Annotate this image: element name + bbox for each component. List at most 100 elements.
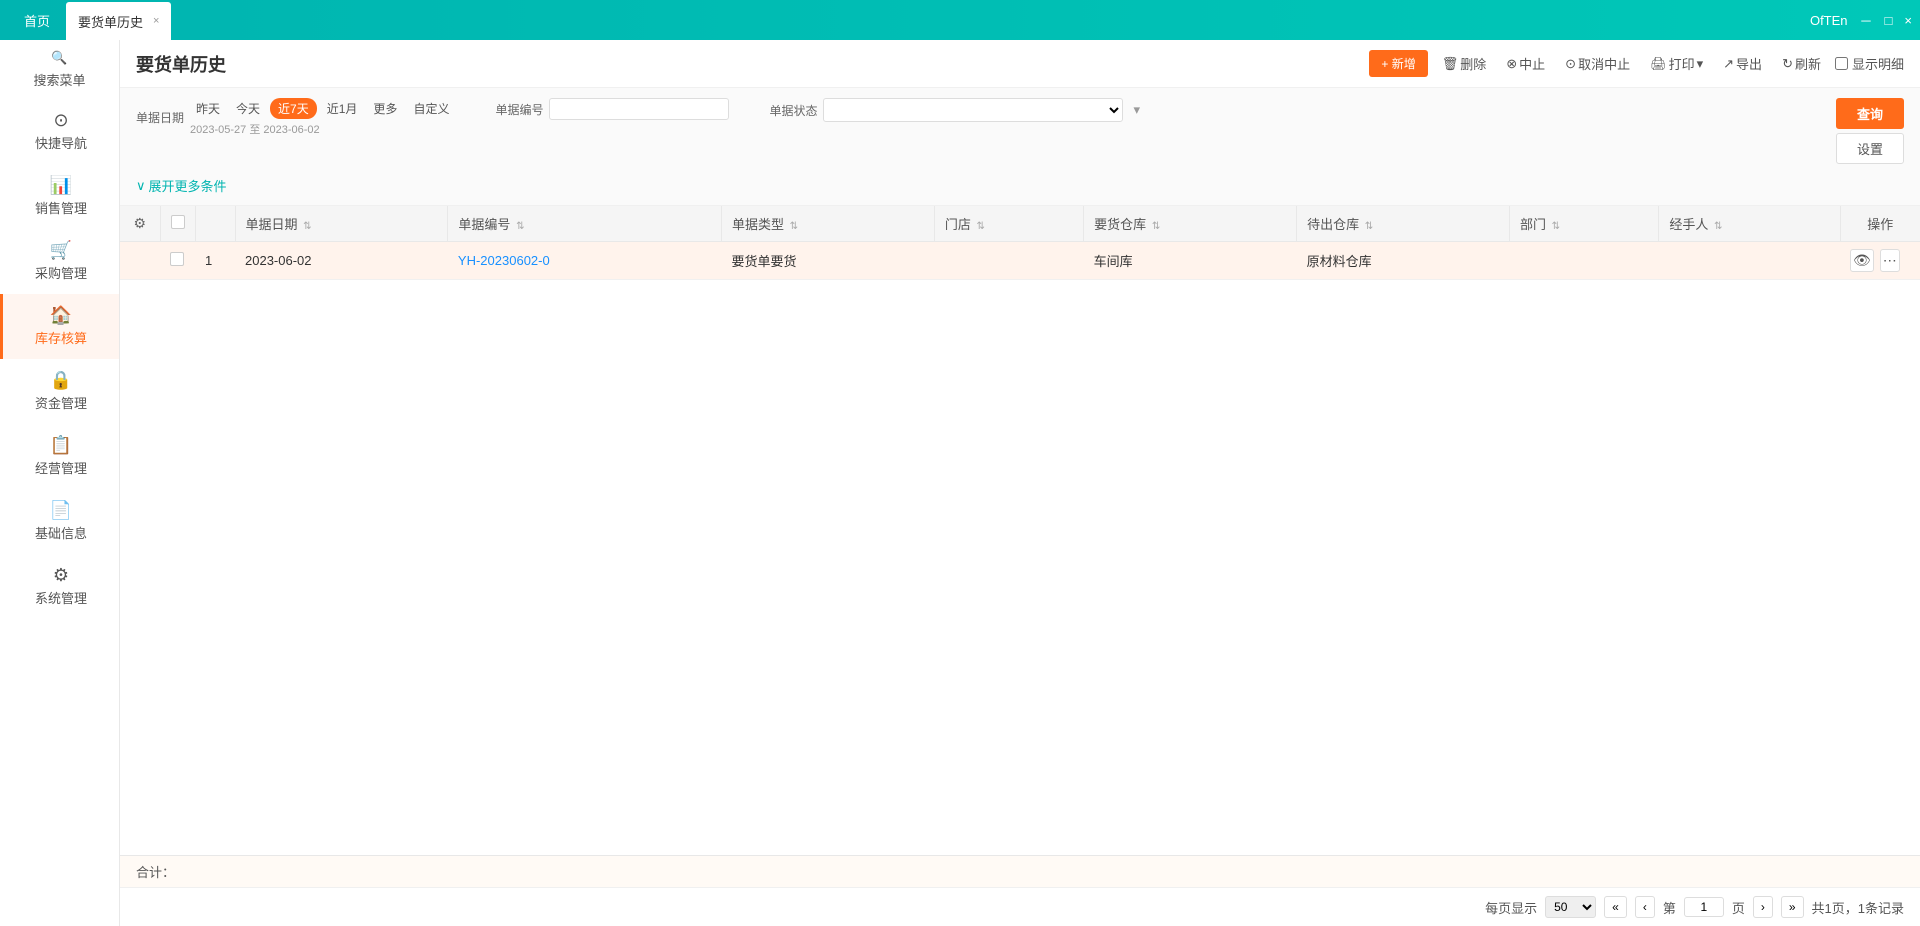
sidebar-item-basic-info[interactable]: 📄 基础信息 [0,489,119,554]
row-pendwh-cell: 原材料仓库 [1297,242,1510,280]
expand-more-label: 展开更多条件 [149,176,227,195]
per-page-select[interactable]: 50 100 [1545,896,1596,918]
search-menu-label: 搜索菜单 [33,70,85,89]
print-button[interactable]: 🖨 打印 ▾ [1644,50,1709,77]
next-page-btn[interactable]: › [1753,896,1773,918]
per-page-label: 每页显示 [1485,898,1537,917]
last-page-btn[interactable]: » [1781,896,1804,918]
col-handler-sort-icon: ⇅ [1714,221,1722,232]
docno-filter-group: 单据编号 [495,98,729,120]
sidebar-item-inventory[interactable]: 🏠 库存核算 [0,294,119,359]
table-footer: 合计： [120,855,1920,887]
data-table: ⚙ 单据日期 ⇅ 单据编号 ⇅ [120,206,1920,280]
shortcut-1month[interactable]: 近1月 [321,98,364,119]
table-row: 1 2023-06-02 YH-20230602-0 要货单要货 车间库 原材料… [120,242,1920,280]
sidebar-item-system[interactable]: ⚙ 系统管理 [0,554,119,619]
col-pendwh-header[interactable]: 待出仓库 ⇅ [1297,206,1510,242]
display-detail-checkbox-label[interactable]: 显示明细 [1835,54,1904,73]
col-date-label: 单据日期 [246,217,298,232]
shortcut-custom[interactable]: 自定义 [407,98,455,119]
row-action-icons: 👁 ⋯ [1850,249,1910,272]
inventory-label: 库存核算 [35,328,87,347]
cancel-stop-button[interactable]: ⊙ 取消中止 [1559,50,1636,77]
col-reqwh-header[interactable]: 要货仓库 ⇅ [1084,206,1297,242]
row-doctype-cell: 要货单要货 [721,242,934,280]
status-filter-label: 单据状态 [769,102,817,119]
row-checkbox[interactable] [170,252,184,266]
sidebar: 🔍 搜索菜单 ⊙ 快捷导航 📊 销售管理 🛒 采购管理 🏠 库存核算 🔒 资金管… [0,40,120,926]
refresh-button[interactable]: ↻ 刷新 [1776,50,1827,77]
expand-more-icon: ∨ [136,178,146,194]
shortcut-today[interactable]: 今天 [230,98,266,119]
display-detail-label: 显示明细 [1852,54,1904,73]
row-docno-link[interactable]: YH-20230602-0 [458,253,550,268]
col-handler-header[interactable]: 经手人 ⇅ [1659,206,1840,242]
table-container: ⚙ 单据日期 ⇅ 单据编号 ⇅ [120,206,1920,855]
col-num-header [195,206,235,242]
refresh-label: 刷新 [1795,54,1821,73]
sidebar-item-purchase[interactable]: 🛒 采购管理 [0,229,119,294]
cancel-stop-icon: ⊙ [1565,56,1576,72]
col-check-all [160,206,195,242]
shortcut-more[interactable]: 更多 [367,98,403,119]
row-settings-cell [120,242,160,280]
shortcut-7days[interactable]: 近7天 [270,98,317,119]
row-docno-cell: YH-20230602-0 [448,242,722,280]
sidebar-item-sales[interactable]: 📊 销售管理 [0,164,119,229]
cancel-stop-label: 取消中止 [1578,54,1630,73]
maximize-btn[interactable]: □ [1885,13,1893,28]
operations-label: 经营管理 [35,458,87,477]
col-docno-header[interactable]: 单据编号 ⇅ [448,206,722,242]
window-close-btn[interactable]: × [1904,13,1912,28]
delete-button[interactable]: 🗑 删除 [1436,50,1493,77]
col-store-label: 门店 [945,217,971,232]
column-settings-icon[interactable]: ⚙ [133,215,146,231]
col-date-header[interactable]: 单据日期 ⇅ [235,206,448,242]
col-store-header[interactable]: 门店 ⇅ [934,206,1083,242]
tab-close-btn[interactable]: × [153,15,159,27]
sidebar-item-operations[interactable]: 📋 经营管理 [0,424,119,489]
query-button[interactable]: 查询 [1836,98,1904,129]
stop-button[interactable]: ⊗ 中止 [1500,50,1551,77]
page-title: 要货单历史 [136,51,1369,77]
sidebar-item-quick-nav[interactable]: ⊙ 快捷导航 [0,99,119,164]
sidebar-search[interactable]: 🔍 搜索菜单 [0,40,119,99]
col-reqwh-sort-icon: ⇅ [1152,221,1160,232]
basic-info-label: 基础信息 [35,523,87,542]
basic-info-icon: 📄 [50,501,72,519]
col-doctype-header[interactable]: 单据类型 ⇅ [721,206,934,242]
minimize-btn[interactable]: － [1860,11,1873,30]
expand-more-btn[interactable]: ∨ 展开更多条件 [136,176,227,195]
prev-page-btn[interactable]: ‹ [1635,896,1655,918]
row-view-btn[interactable]: 👁 [1850,249,1874,272]
col-dept-label: 部门 [1520,217,1546,232]
sidebar-item-finance[interactable]: 🔒 资金管理 [0,359,119,424]
filter-top-row: 单据日期 昨天 今天 近7天 近1月 更多 自定义 2023-05-27 至 2… [136,98,1904,164]
tab-home[interactable]: 首页 [8,0,66,40]
stop-icon: ⊗ [1506,56,1517,72]
top-bar: 首页 要货单历史 × OfTEn － □ × [0,0,1920,40]
table-header-row: ⚙ 单据日期 ⇅ 单据编号 ⇅ [120,206,1920,242]
status-select[interactable] [823,98,1123,122]
col-store-sort-icon: ⇅ [977,221,985,232]
total-info: 共1页，1条记录 [1812,898,1904,917]
col-date-sort-icon: ⇅ [303,221,311,232]
col-handler-label: 经手人 [1669,217,1708,232]
filter-settings-button[interactable]: 设置 [1836,133,1904,164]
page-number-input[interactable] [1684,897,1724,917]
check-all-checkbox[interactable] [171,215,185,229]
new-button[interactable]: + 新增 [1369,50,1427,77]
status-filter-group: 单据状态 ▾ [769,98,1796,122]
shortcut-yesterday[interactable]: 昨天 [190,98,226,119]
docno-input[interactable] [549,98,729,120]
system-icon: ⚙ [53,566,69,584]
table-body: 1 2023-06-02 YH-20230602-0 要货单要货 车间库 原材料… [120,242,1920,280]
tab-active[interactable]: 要货单历史 × [66,2,171,40]
date-shortcuts-row: 昨天 今天 近7天 近1月 更多 自定义 [190,98,455,119]
filter-actions: 查询 设置 [1836,98,1904,164]
display-detail-checkbox[interactable] [1835,57,1848,70]
row-more-btn[interactable]: ⋯ [1880,249,1900,272]
first-page-btn[interactable]: « [1604,896,1627,918]
col-dept-header[interactable]: 部门 ⇅ [1510,206,1659,242]
export-button[interactable]: ↗ 导出 [1717,50,1768,77]
